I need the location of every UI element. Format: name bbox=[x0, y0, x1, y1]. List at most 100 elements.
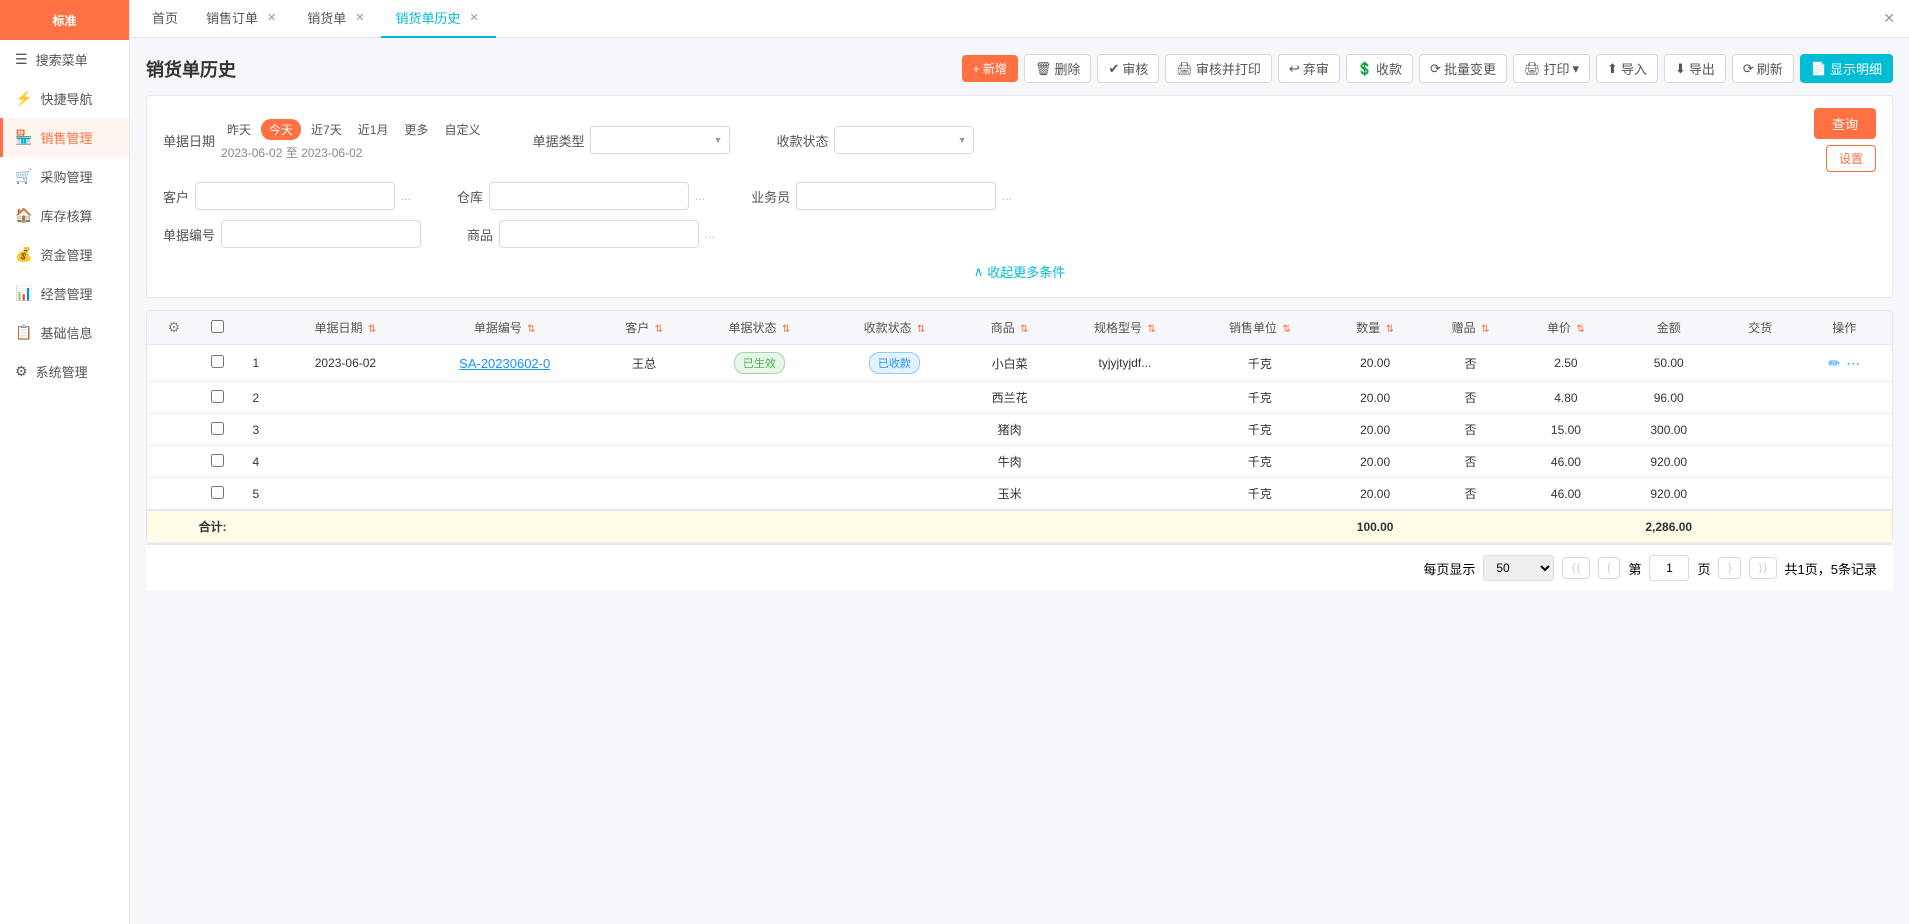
sidebar-item-fund-mgmt[interactable]: 💰 资金管理 bbox=[0, 235, 129, 274]
inventory-calc-icon: 🏠 bbox=[15, 207, 32, 224]
prev-page-button[interactable]: ⟨ bbox=[1598, 557, 1621, 579]
sidebar-item-system-mgmt[interactable]: ⚙ 系统管理 bbox=[0, 352, 129, 391]
query-button[interactable]: 查询 bbox=[1814, 108, 1876, 139]
warehouse-more-icon[interactable]: ... bbox=[695, 189, 705, 203]
date-btn-today[interactable]: 今天 bbox=[261, 119, 301, 140]
export-button[interactable]: ⬇ 导出 bbox=[1664, 54, 1726, 83]
cell-spec bbox=[1057, 478, 1192, 511]
warehouse-input[interactable] bbox=[489, 182, 689, 210]
row-checkbox[interactable] bbox=[211, 486, 224, 499]
more-action-icon[interactable]: ⋯ bbox=[1843, 355, 1863, 371]
col-qty[interactable]: 数量 ⇅ bbox=[1327, 311, 1422, 345]
col-doc-status[interactable]: 单据状态 ⇅ bbox=[692, 311, 827, 345]
refresh-button[interactable]: ⟳ 刷新 bbox=[1732, 54, 1794, 83]
print-button[interactable]: 🖨 打印 ▾ bbox=[1513, 54, 1590, 83]
date-btn-custom[interactable]: 自定义 bbox=[438, 119, 486, 140]
sidebar-item-quick-nav[interactable]: ⚡ 快捷导航 bbox=[0, 79, 129, 118]
per-page-select[interactable]: 50 100 200 bbox=[1483, 555, 1554, 581]
customer-input[interactable] bbox=[195, 182, 395, 210]
abandon-button[interactable]: ↩ 弃审 bbox=[1278, 54, 1340, 83]
receive-icon: 💲 bbox=[1357, 61, 1373, 77]
cell-gear bbox=[147, 478, 201, 511]
row-checkbox[interactable] bbox=[211, 355, 224, 368]
cell-amount: 50.00 bbox=[1614, 345, 1724, 382]
toolbar: + 新增 🗑 删除 ✔ 审核 🖨 审核并打印 ↩ 弃审 bbox=[962, 54, 1893, 83]
cell-unit-price: 46.00 bbox=[1518, 446, 1613, 478]
cell-checkbox[interactable] bbox=[201, 414, 234, 446]
tab-sales-order-close[interactable]: ✕ bbox=[264, 10, 279, 25]
sidebar-item-basic-info[interactable]: 📋 基础信息 bbox=[0, 313, 129, 352]
new-button[interactable]: + 新增 bbox=[962, 55, 1018, 82]
last-page-button[interactable]: ⟩⟩ bbox=[1749, 557, 1776, 579]
edit-action-icon[interactable]: ✏ bbox=[1825, 355, 1843, 371]
cell-amount: 96.00 bbox=[1614, 382, 1724, 414]
cell-checkbox[interactable] bbox=[201, 446, 234, 478]
staff-more-icon[interactable]: ... bbox=[1002, 189, 1012, 203]
setting-button[interactable]: 设置 bbox=[1826, 145, 1876, 172]
cell-unit: 千克 bbox=[1192, 345, 1327, 382]
cell-doc-status bbox=[692, 414, 827, 446]
row-checkbox[interactable] bbox=[211, 454, 224, 467]
close-all-tabs-button[interactable]: ✕ bbox=[1877, 8, 1901, 29]
sidebar-item-inventory-calc[interactable]: 🏠 库存核算 bbox=[0, 196, 129, 235]
col-product[interactable]: 商品 ⇅ bbox=[962, 311, 1057, 345]
audit-button[interactable]: ✔ 审核 bbox=[1097, 54, 1159, 83]
select-all-checkbox[interactable] bbox=[211, 320, 224, 333]
cell-checkbox[interactable] bbox=[201, 382, 234, 414]
cell-gift: 否 bbox=[1423, 345, 1518, 382]
sidebar-item-search-menu[interactable]: ☰ 搜索菜单 bbox=[0, 40, 129, 79]
row-checkbox[interactable] bbox=[211, 422, 224, 435]
staff-input[interactable] bbox=[796, 182, 996, 210]
col-spec[interactable]: 规格型号 ⇅ bbox=[1057, 311, 1192, 345]
col-payment-status[interactable]: 收款状态 ⇅ bbox=[827, 311, 962, 345]
col-doc-no[interactable]: 单据编号 ⇅ bbox=[413, 311, 597, 345]
collapse-filter-button[interactable]: ∧ 收起更多条件 bbox=[163, 258, 1876, 285]
delete-button[interactable]: 🗑 删除 bbox=[1024, 54, 1092, 83]
receive-button[interactable]: 💲 收款 bbox=[1346, 54, 1413, 83]
tab-sales-goods[interactable]: 销货单 ✕ bbox=[293, 0, 381, 38]
col-action: 操作 bbox=[1797, 311, 1892, 345]
cell-checkbox[interactable] bbox=[201, 345, 234, 382]
tab-sales-history-close[interactable]: ✕ bbox=[467, 10, 482, 25]
sidebar-item-operations-mgmt[interactable]: 📊 经营管理 bbox=[0, 274, 129, 313]
first-page-button[interactable]: ⟨⟨ bbox=[1562, 557, 1589, 579]
tab-sales-history[interactable]: 销货单历史 ✕ bbox=[381, 0, 495, 38]
show-details-button[interactable]: 📄 显示明细 bbox=[1800, 54, 1893, 83]
date-btn-1month[interactable]: 近1月 bbox=[352, 119, 395, 140]
tab-home[interactable]: 首页 bbox=[138, 0, 192, 38]
col-customer[interactable]: 客户 ⇅ bbox=[596, 311, 691, 345]
row-checkbox[interactable] bbox=[211, 390, 224, 403]
tab-sales-goods-close[interactable]: ✕ bbox=[352, 10, 367, 25]
cell-spec bbox=[1057, 414, 1192, 446]
cell-qty: 20.00 bbox=[1327, 446, 1422, 478]
col-gift[interactable]: 赠品 ⇅ bbox=[1423, 311, 1518, 345]
col-unit-price[interactable]: 单价 ⇅ bbox=[1518, 311, 1613, 345]
payment-status-select[interactable] bbox=[834, 126, 974, 154]
date-btn-yesterday[interactable]: 昨天 bbox=[221, 119, 257, 140]
col-unit[interactable]: 销售单位 ⇅ bbox=[1192, 311, 1327, 345]
page-input[interactable] bbox=[1649, 555, 1689, 581]
customer-more-icon[interactable]: ... bbox=[401, 189, 411, 203]
doc-type-select[interactable] bbox=[590, 126, 730, 154]
date-btn-7days[interactable]: 近7天 bbox=[305, 119, 348, 140]
date-btn-more[interactable]: 更多 bbox=[398, 119, 434, 140]
sidebar-item-purchase-mgmt[interactable]: 🛒 采购管理 bbox=[0, 157, 129, 196]
quick-nav-icon: ⚡ bbox=[15, 90, 32, 107]
doc-no-input[interactable] bbox=[221, 220, 421, 248]
batch-change-button[interactable]: ⟳ 批量变更 bbox=[1419, 54, 1507, 83]
doc-type-filter-field: 单据类型 bbox=[532, 126, 730, 154]
cell-checkbox[interactable] bbox=[201, 478, 234, 511]
col-gear[interactable]: ⚙ bbox=[147, 311, 201, 345]
tab-sales-order[interactable]: 销售订单 ✕ bbox=[192, 0, 293, 38]
table-settings-icon[interactable]: ⚙ bbox=[168, 319, 181, 335]
audit-print-button[interactable]: 🖨 审核并打印 bbox=[1165, 54, 1272, 83]
tab-bar: 首页 销售订单 ✕ 销货单 ✕ 销货单历史 ✕ ✕ bbox=[130, 0, 1909, 38]
product-input[interactable] bbox=[499, 220, 699, 248]
import-button[interactable]: ⬆ 导入 bbox=[1596, 54, 1658, 83]
sidebar-item-sales-mgmt[interactable]: 🏪 销售管理 bbox=[0, 118, 129, 157]
doc-no-link[interactable]: SA-20230602-0 bbox=[459, 356, 550, 371]
product-more-icon[interactable]: ... bbox=[705, 227, 715, 241]
next-page-button[interactable]: ⟩ bbox=[1718, 557, 1741, 579]
doc-type-select-wrapper bbox=[590, 126, 730, 154]
col-doc-date[interactable]: 单据日期 ⇅ bbox=[278, 311, 413, 345]
